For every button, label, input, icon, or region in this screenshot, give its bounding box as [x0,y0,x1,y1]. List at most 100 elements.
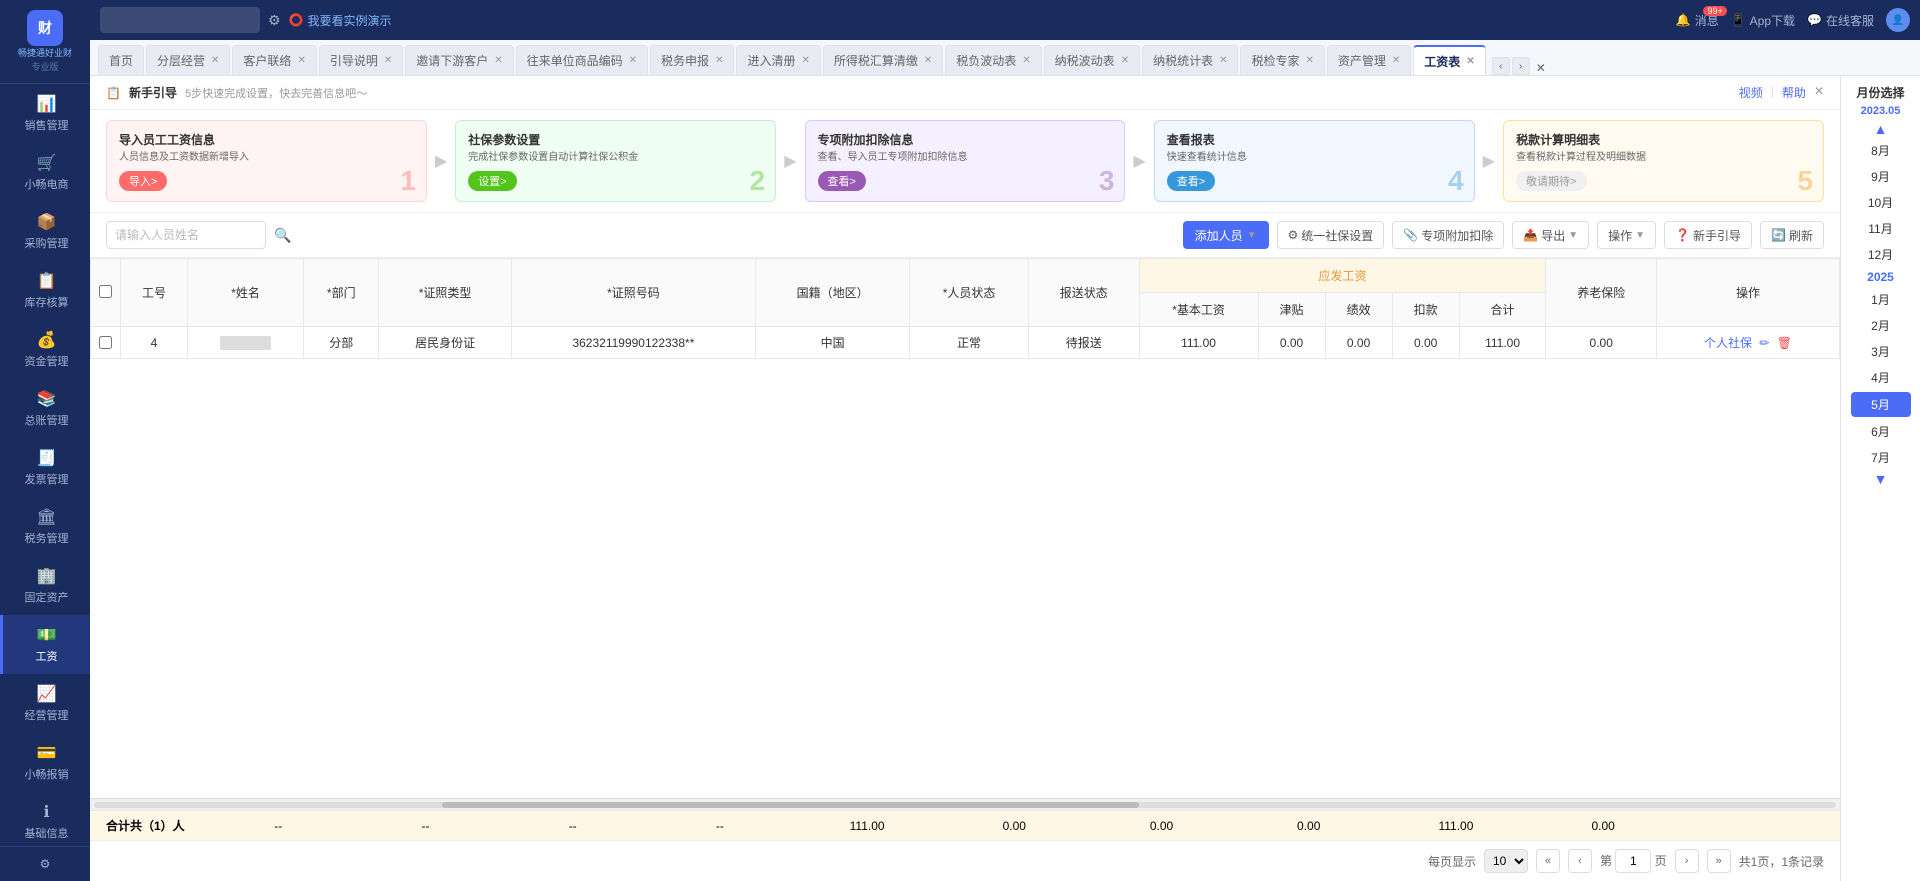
personal-insurance-link[interactable]: 个人社保 [1704,336,1752,350]
tab-7[interactable]: 进入清册✕ [736,45,820,75]
add-employee-button[interactable]: 添加人员 ▼ [1183,221,1269,249]
tab-close-9[interactable]: ✕ [1022,55,1030,66]
employee-search-input[interactable] [106,221,266,249]
month-above-1[interactable]: 9月 [1851,164,1911,189]
tab-6[interactable]: 税务申报✕ [650,45,734,75]
tab-close-10[interactable]: ✕ [1121,55,1129,66]
step-arrow-4: ▶ [1483,151,1495,171]
scroll-thumb[interactable] [442,802,1139,808]
tab-close-14[interactable]: ✕ [1466,56,1474,67]
tab-14[interactable]: 工资表✕ [1413,45,1485,75]
operations-button[interactable]: 操作 ▼ [1597,221,1656,249]
sidebar-item-11[interactable]: 💳小畅报销 [0,733,90,792]
tab-9[interactable]: 税负波动表✕ [945,45,1041,75]
tab-2[interactable]: 客户联络✕ [232,45,316,75]
user-avatar[interactable]: 👤 [1886,8,1910,32]
footer-dash-3: -- [499,819,646,833]
tab-close-5[interactable]: ✕ [629,55,637,66]
tab-close-6[interactable]: ✕ [715,55,723,66]
month-nav-up[interactable]: ▲ [1874,121,1888,137]
active-month[interactable]: 5月 [1851,392,1911,417]
sidebar-item-10[interactable]: 📈经营管理 [0,674,90,733]
step-btn-0[interactable]: 导入> [119,171,167,191]
demo-link[interactable]: ⭕ 我要看实例演示 [289,12,392,29]
tab-1[interactable]: 分层经营✕ [146,45,230,75]
tab-12[interactable]: 税检专家✕ [1240,45,1324,75]
sidebar-item-3[interactable]: 📋库存核算 [0,261,90,320]
tab-13[interactable]: 资产管理✕ [1327,45,1411,75]
tab-close-3[interactable]: ✕ [384,55,392,66]
tab-close-8[interactable]: ✕ [924,55,932,66]
tab-3[interactable]: 引导说明✕ [319,45,403,75]
sidebar-item-4[interactable]: 💰资金管理 [0,320,90,379]
refresh-button[interactable]: 🔄 刷新 [1760,221,1824,249]
month-above-2[interactable]: 10月 [1851,190,1911,215]
sidebar-item-5[interactable]: 📚总账管理 [0,379,90,438]
sidebar-item-2[interactable]: 📦采购管理 [0,202,90,261]
export-button[interactable]: 📤 导出 ▼ [1512,221,1589,249]
table-wrapper: 工号 *姓名 *部门 *证照类型 *证照号码 国籍（地区） *人员状态 报送状态… [90,258,1840,798]
tab-next-button[interactable]: › [1512,57,1530,75]
month-2025-0[interactable]: 1月 [1851,287,1911,312]
tab-11[interactable]: 纳税统计表✕ [1142,45,1238,75]
tab-4[interactable]: 邀请下游客户✕ [405,45,513,75]
tab-5[interactable]: 往来单位商品编码✕ [516,45,648,75]
guide-close-button[interactable]: ✕ [1814,84,1824,101]
video-link[interactable]: 视频 [1739,84,1763,101]
month-nav-down[interactable]: ▼ [1874,471,1888,487]
step-btn-3[interactable]: 查看> [1167,171,1215,191]
month-above-0[interactable]: 8月 [1851,138,1911,163]
month-above-3[interactable]: 11月 [1851,216,1911,241]
month-below-0[interactable]: 6月 [1851,419,1911,444]
last-page-button[interactable]: » [1707,849,1731,873]
tab-close-1[interactable]: ✕ [211,55,219,66]
month-below-1[interactable]: 7月 [1851,445,1911,470]
step-btn-4[interactable]: 敬请期待> [1516,171,1586,191]
step-btn-2[interactable]: 查看> [818,171,866,191]
delete-icon[interactable]: 🗑 [1777,336,1792,350]
month-2025-3[interactable]: 4月 [1851,365,1911,390]
topbar-search-input[interactable] [100,7,260,33]
settings-button[interactable]: ⚙ [0,846,90,881]
prev-page-button[interactable]: ‹ [1568,849,1592,873]
first-page-button[interactable]: « [1536,849,1560,873]
month-2025-1[interactable]: 2月 [1851,313,1911,338]
select-all-checkbox[interactable] [99,285,112,298]
tab-close-12[interactable]: ✕ [1306,55,1314,66]
sidebar-item-6[interactable]: 🧾发票管理 [0,438,90,497]
tab-close-2[interactable]: ✕ [297,55,305,66]
month-2025-2[interactable]: 3月 [1851,339,1911,364]
row-checkbox[interactable] [99,336,112,349]
sidebar-item-9[interactable]: 💵工资 [0,615,90,674]
online-service-button[interactable]: 💬 在线客服 [1807,12,1874,29]
month-above-4[interactable]: 12月 [1851,242,1911,267]
close-all-tabs-button[interactable]: ✕ [1536,61,1546,75]
tab-close-7[interactable]: ✕ [801,55,809,66]
sidebar-item-12[interactable]: ℹ基础信息 [0,792,90,846]
sidebar-item-0[interactable]: 📊销售管理 [0,84,90,143]
edit-icon[interactable]: ✏ [1759,336,1769,350]
page-number-input[interactable] [1615,849,1651,873]
tab-close-11[interactable]: ✕ [1219,55,1227,66]
tab-10[interactable]: 纳税波动表✕ [1044,45,1140,75]
message-button[interactable]: 🔔 消息 99+ [1676,12,1719,29]
tab-close-4[interactable]: ✕ [494,55,502,66]
tab-prev-button[interactable]: ‹ [1492,57,1510,75]
guide-button[interactable]: ❓ 新手引导 [1664,221,1752,249]
help-link[interactable]: 帮助 [1782,84,1806,101]
sidebar-item-7[interactable]: 🏛税务管理 [0,497,90,556]
sidebar-item-8[interactable]: 🏢固定资产 [0,556,90,615]
social-insurance-button[interactable]: ⚙ 统一社保设置 [1277,221,1385,249]
sidebar-item-1[interactable]: 🛒小畅电商 [0,143,90,202]
per-page-select[interactable]: 10 20 50 [1484,849,1528,873]
step-btn-1[interactable]: 设置> [468,171,516,191]
app-download-button[interactable]: 📱 App下载 [1731,12,1795,29]
search-button[interactable]: 🔍 [274,227,291,244]
tab-8[interactable]: 所得税汇算清缴✕ [823,45,943,75]
tab-close-13[interactable]: ✕ [1392,55,1400,66]
special-deduction-button[interactable]: 📎 专项附加扣除 [1392,221,1504,249]
next-page-button[interactable]: › [1675,849,1699,873]
tab-0[interactable]: 首页 [98,45,144,75]
settings-icon[interactable]: ⚙ [268,12,281,29]
scroll-bar[interactable] [90,798,1840,810]
